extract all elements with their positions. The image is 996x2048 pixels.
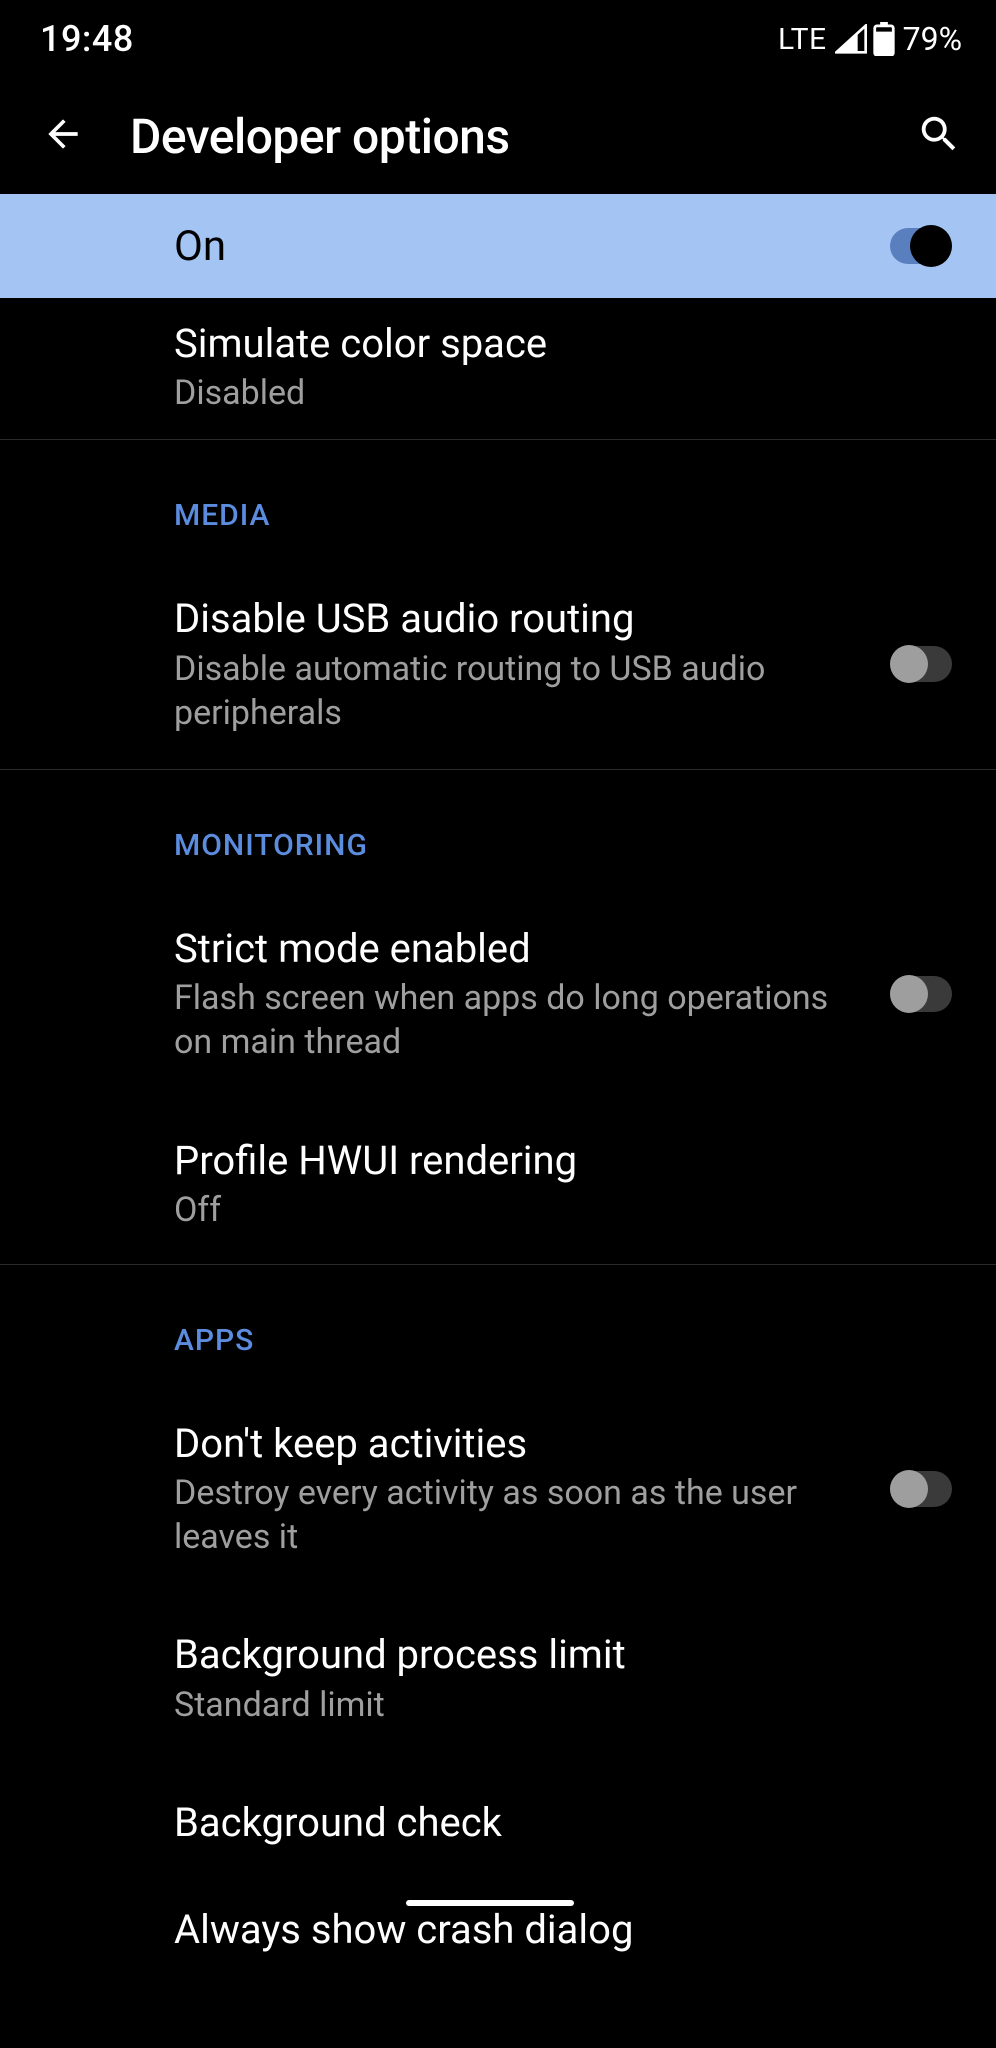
item-bg-process-limit[interactable]: Background process limit Standard limit xyxy=(0,1603,996,1752)
toggle-strict-mode[interactable] xyxy=(890,975,952,1013)
item-subtitle: Flash screen when apps do long operation… xyxy=(174,976,866,1064)
item-subtitle: Destroy every activity as soon as the us… xyxy=(174,1471,866,1559)
back-button[interactable] xyxy=(40,113,86,159)
arrow-left-icon xyxy=(41,112,85,160)
status-bar: 19:48 LTE 79% xyxy=(0,0,996,78)
item-title: Profile HWUI rendering xyxy=(174,1135,952,1186)
item-title: Simulate color space xyxy=(174,318,952,369)
item-dont-keep-activities[interactable]: Don't keep activities Destroy every acti… xyxy=(0,1392,996,1586)
section-header-monitoring: MONITORING xyxy=(0,770,996,863)
page-title: Developer options xyxy=(130,108,872,165)
network-label: LTE xyxy=(778,22,827,57)
master-toggle-label: On xyxy=(174,222,226,271)
item-disable-usb-audio[interactable]: Disable USB audio routing Disable automa… xyxy=(0,567,996,761)
search-button[interactable] xyxy=(916,113,962,159)
battery-icon xyxy=(873,22,895,56)
item-bg-check[interactable]: Background check xyxy=(0,1771,996,1874)
item-profile-hwui[interactable]: Profile HWUI rendering Off xyxy=(0,1109,996,1258)
item-always-show-crash[interactable]: Always show crash dialog xyxy=(0,1890,996,1953)
item-title: Background process limit xyxy=(174,1629,952,1680)
item-subtitle: Off xyxy=(174,1188,952,1232)
status-time: 19:48 xyxy=(40,18,134,60)
item-subtitle: Disabled xyxy=(174,371,952,415)
item-title: Background check xyxy=(174,1797,952,1848)
section-header-apps: APPS xyxy=(0,1265,996,1358)
item-title: Don't keep activities xyxy=(174,1418,866,1469)
item-title: Strict mode enabled xyxy=(174,923,866,974)
battery-percentage: 79% xyxy=(903,20,962,58)
signal-icon xyxy=(835,24,867,54)
settings-list: Simulate color space Disabled MEDIA Disa… xyxy=(0,298,996,1953)
item-simulate-color-space[interactable]: Simulate color space Disabled xyxy=(0,298,996,439)
app-bar: Developer options xyxy=(0,78,996,194)
toggle-dont-keep-activities[interactable] xyxy=(890,1470,952,1508)
toggle-disable-usb-audio[interactable] xyxy=(890,645,952,683)
master-toggle-switch[interactable] xyxy=(890,227,952,265)
section-header-media: MEDIA xyxy=(0,440,996,533)
item-strict-mode[interactable]: Strict mode enabled Flash screen when ap… xyxy=(0,897,996,1091)
item-title: Disable USB audio routing xyxy=(174,593,866,644)
master-toggle-row[interactable]: On xyxy=(0,194,996,298)
status-icons: LTE 79% xyxy=(778,20,962,58)
item-subtitle: Standard limit xyxy=(174,1683,952,1727)
item-title: Always show crash dialog xyxy=(174,1906,952,1953)
item-subtitle: Disable automatic routing to USB audio p… xyxy=(174,647,866,735)
search-icon xyxy=(916,111,962,161)
